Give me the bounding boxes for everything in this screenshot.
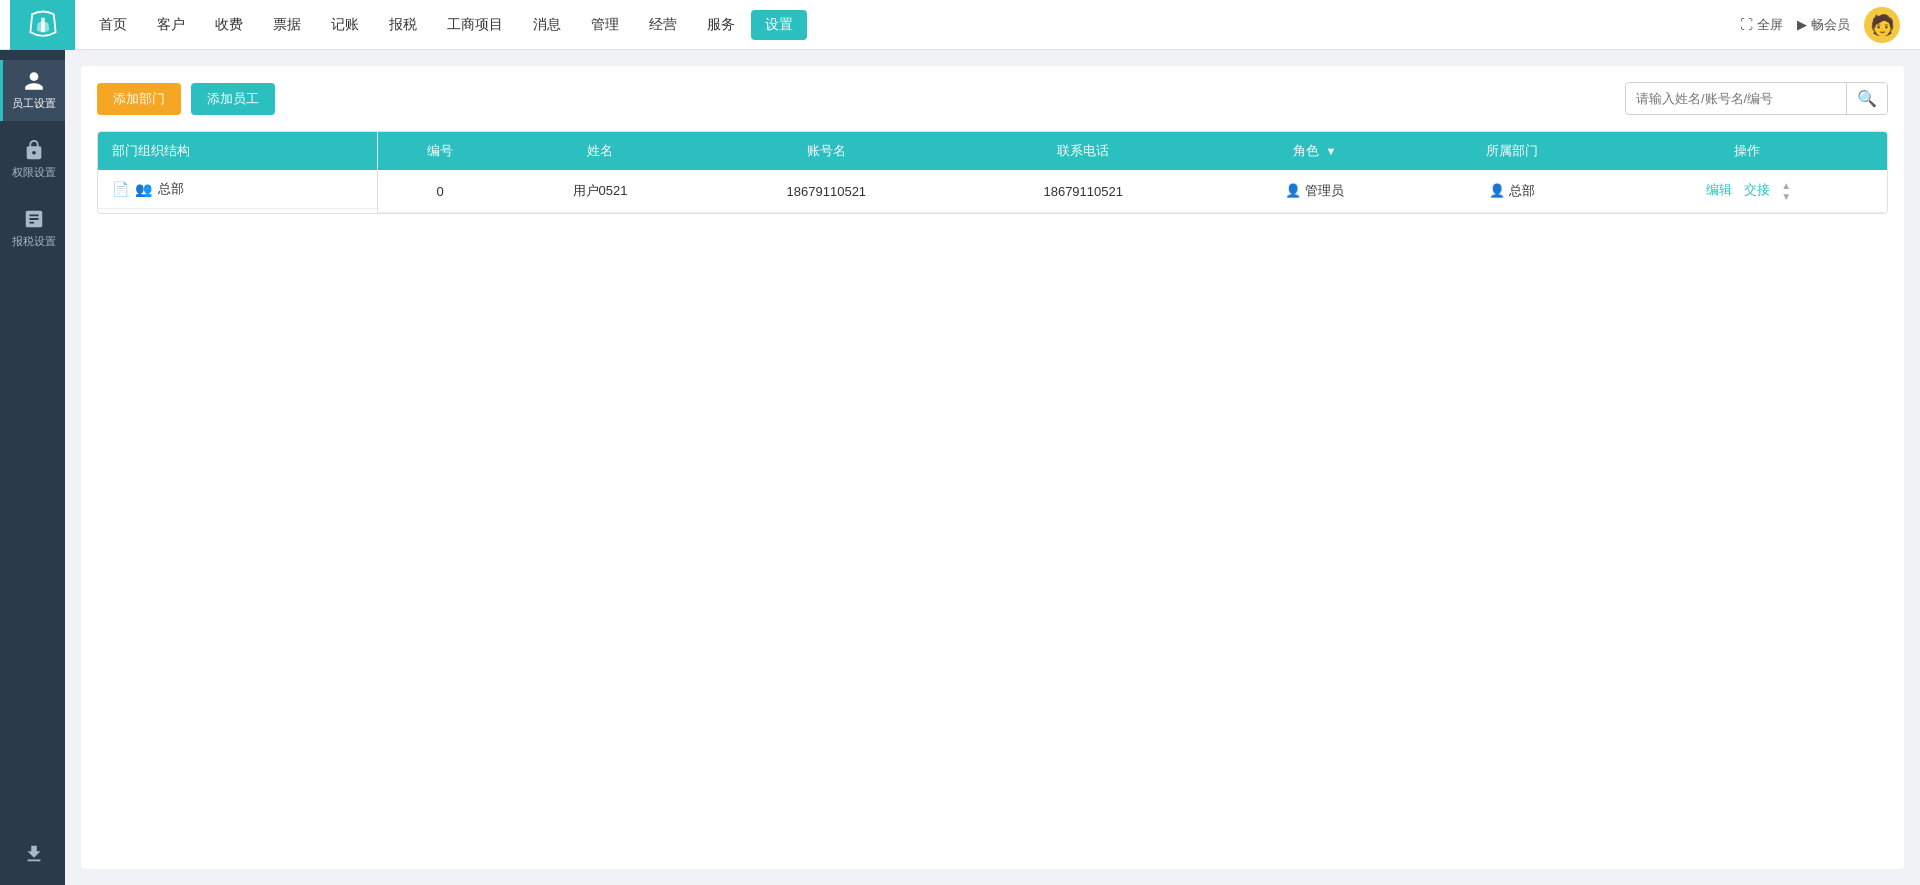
cell-account: 18679110521 — [698, 170, 955, 213]
employee-table: 编号 姓名 账号名 联系电话 角色 ▼ 所属部门 操作 — [378, 132, 1887, 213]
role-user-icon: 👤 — [1285, 183, 1301, 198]
search-area: 🔍 — [1625, 82, 1888, 115]
sidebar-item-download[interactable] — [0, 833, 65, 875]
col-action: 操作 — [1606, 132, 1887, 170]
sidebar-item-employee[interactable]: 员工设置 — [0, 60, 65, 121]
sidebar-item-employee-label: 员工设置 — [12, 96, 56, 111]
fullscreen-btn[interactable]: ⛶ 全屏 — [1740, 16, 1783, 34]
nav-item-msg[interactable]: 消息 — [519, 10, 575, 40]
nav-item-tax[interactable]: 报税 — [375, 10, 431, 40]
table-header-row: 编号 姓名 账号名 联系电话 角色 ▼ 所属部门 操作 — [378, 132, 1887, 170]
nav-item-account[interactable]: 记账 — [317, 10, 373, 40]
content-area: 添加部门 添加员工 🔍 部门组织结构 📄 👥 总部 — [65, 50, 1920, 885]
member-btn[interactable]: ▶ 畅会员 — [1797, 16, 1850, 34]
report-icon — [23, 208, 45, 230]
person-icon — [23, 70, 45, 92]
fullscreen-icon: ⛶ — [1740, 17, 1753, 32]
transfer-link[interactable]: 交接 — [1744, 182, 1770, 197]
nav-item-manage[interactable]: 管理 — [577, 10, 633, 40]
dept-name: 总部 — [158, 180, 184, 198]
cell-id: 0 — [378, 170, 502, 213]
avatar-icon: 🧑 — [1870, 13, 1895, 37]
nav-item-home[interactable]: 首页 — [85, 10, 141, 40]
nav-item-service[interactable]: 服务 — [693, 10, 749, 40]
col-account: 账号名 — [698, 132, 955, 170]
download-icon — [23, 843, 45, 865]
nav-right-area: ⛶ 全屏 ▶ 畅会员 🧑 — [1740, 7, 1910, 43]
col-dept: 所属部门 — [1418, 132, 1607, 170]
edit-link[interactable]: 编辑 — [1706, 182, 1732, 197]
sidebar-item-permission[interactable]: 权限设置 — [0, 129, 65, 190]
col-role[interactable]: 角色 ▼ — [1212, 132, 1418, 170]
nav-item-fee[interactable]: 收费 — [201, 10, 257, 40]
add-dept-button[interactable]: 添加部门 — [97, 83, 181, 115]
user-avatar[interactable]: 🧑 — [1864, 7, 1900, 43]
nav-item-bill[interactable]: 票据 — [259, 10, 315, 40]
sidebar: 员工设置 权限设置 报税设置 — [0, 50, 65, 885]
nav-menu: 首页 客户 收费 票据 记账 报税 工商项目 消息 管理 经营 服务 设置 — [75, 10, 1740, 40]
search-icon: 🔍 — [1857, 90, 1877, 107]
cell-phone: 18679110521 — [955, 170, 1212, 213]
sidebar-item-permission-label: 权限设置 — [12, 165, 56, 180]
file-icon: 📄 — [112, 181, 129, 197]
cell-name: 用户0521 — [502, 170, 698, 213]
lock-icon — [23, 139, 45, 161]
main-layout: 员工设置 权限设置 报税设置 添加部门 添加员工 — [0, 50, 1920, 885]
cell-dept: 👤总部 — [1418, 170, 1607, 213]
nav-item-customer[interactable]: 客户 — [143, 10, 199, 40]
dept-tree: 部门组织结构 📄 👥 总部 — [98, 132, 378, 213]
app-logo — [10, 0, 75, 50]
nav-item-biz[interactable]: 工商项目 — [433, 10, 517, 40]
sidebar-item-taxsetting-label: 报税设置 — [12, 234, 56, 249]
video-icon: ▶ — [1797, 17, 1807, 32]
employee-table-wrap: 编号 姓名 账号名 联系电话 角色 ▼ 所属部门 操作 — [378, 132, 1887, 213]
nav-item-operation[interactable]: 经营 — [635, 10, 691, 40]
dept-tree-item[interactable]: 📄 👥 总部 — [98, 170, 377, 209]
table-row: 0 用户0521 18679110521 18679110521 👤管理员 👤总… — [378, 170, 1887, 213]
dept-user-icon: 👤 — [1489, 183, 1505, 198]
add-emp-button[interactable]: 添加员工 — [191, 83, 275, 115]
col-phone: 联系电话 — [955, 132, 1212, 170]
cell-role: 👤管理员 — [1212, 170, 1418, 213]
col-name: 姓名 — [502, 132, 698, 170]
scroll-down-icon[interactable]: ▼ — [1781, 191, 1791, 202]
cell-actions: 编辑 交接 ▲ ▼ — [1606, 170, 1887, 213]
scroll-up-icon[interactable]: ▲ — [1781, 180, 1791, 191]
dept-tree-header: 部门组织结构 — [98, 132, 377, 170]
nav-item-settings[interactable]: 设置 — [751, 10, 807, 40]
sort-icon: ▼ — [1326, 145, 1337, 157]
split-panel: 部门组织结构 📄 👥 总部 编号 姓名 账号名 — [97, 131, 1888, 214]
search-button[interactable]: 🔍 — [1846, 83, 1887, 114]
user-icon: 👥 — [135, 181, 152, 197]
toolbar: 添加部门 添加员工 🔍 — [97, 82, 1888, 115]
search-input[interactable] — [1626, 85, 1846, 112]
col-id: 编号 — [378, 132, 502, 170]
top-navigation: 首页 客户 收费 票据 记账 报税 工商项目 消息 管理 经营 服务 设置 ⛶ … — [0, 0, 1920, 50]
content-inner: 添加部门 添加员工 🔍 部门组织结构 📄 👥 总部 — [81, 66, 1904, 869]
sidebar-item-taxsetting[interactable]: 报税设置 — [0, 198, 65, 259]
